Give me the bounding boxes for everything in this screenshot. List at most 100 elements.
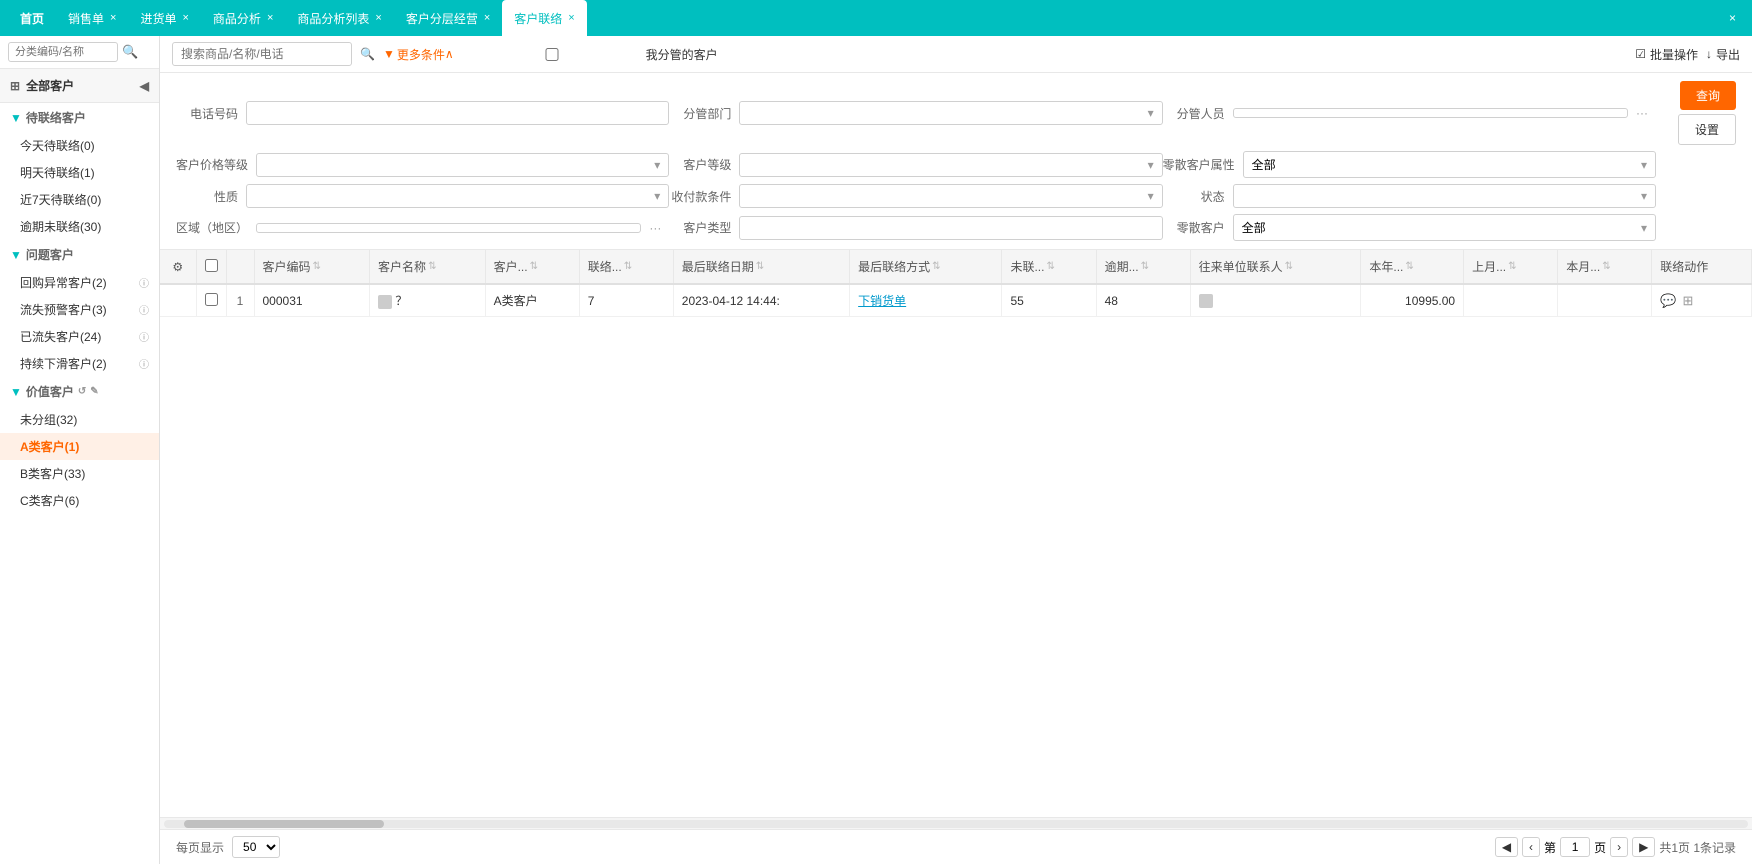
grid-action-icon[interactable]: ⊞ [1682,293,1693,309]
th-last-contact-method[interactable]: 最后联络方式 ⇅ [850,250,1002,284]
sidebar-search-input[interactable] [8,42,118,62]
th-contact[interactable]: 联络... ⇅ [579,250,673,284]
more-filter-button[interactable]: ▼ 更多条件 ∧ [383,46,454,63]
batch-op-button[interactable]: ☑ 批量操作 [1635,46,1698,63]
my-customer-checkbox[interactable] [462,48,642,61]
export-button[interactable]: ↓ 导出 [1706,46,1740,63]
th-unit-contact[interactable]: 往来单位联系人 ⇅ [1190,250,1361,284]
status-caret: ▾ [1641,189,1647,203]
region-select[interactable] [256,223,641,233]
th-setting[interactable]: ⚙ [160,250,196,284]
sidebar-item-class-c[interactable]: C类客户(6) [0,487,159,514]
sidebar-item-repurchase-abnormal[interactable]: 回购异常客户(2) ⓘ [0,269,159,296]
scrollbar-thumb[interactable] [184,820,384,828]
page-input[interactable] [1560,837,1590,857]
sidebar-item-lost-prediction[interactable]: 流失预警客户(3) ⓘ [0,296,159,323]
close-purchase-tab[interactable]: × [182,12,188,24]
filter-region: 区域（地区） ··· [176,219,669,236]
sidebar-item-week[interactable]: 近7天待联络(0) [0,186,159,213]
setting-button[interactable]: 设置 [1678,114,1736,145]
sidebar-item-today[interactable]: 今天待联络(0) [0,132,159,159]
horizontal-scrollbar[interactable] [160,817,1752,829]
person-dots[interactable]: ··· [1628,106,1656,120]
search-icon[interactable]: 🔍 [360,47,375,61]
last-page-button[interactable]: ▶ [1632,837,1655,857]
sidebar-item-unclassified[interactable]: 未分组(32) [0,406,159,433]
search-input[interactable] [172,42,352,66]
td-this-month [1558,284,1652,317]
status-select[interactable]: ▾ [1233,184,1656,208]
sort-nc-icon: ⇅ [1046,261,1054,272]
close-customer-contact-tab[interactable]: × [568,12,574,24]
close-analysis-list-tab[interactable]: × [375,12,381,24]
collapse-icon[interactable]: ◀ [140,79,149,93]
next-page-button[interactable]: › [1610,837,1628,857]
row-checkbox[interactable] [205,293,218,306]
comment-icon[interactable]: 💬 [1660,293,1676,309]
retail-attr-select[interactable]: 全部 ▾ [1243,151,1656,178]
td-last-contact-method: 下销货单 [850,284,1002,317]
sidebar-item-tomorrow[interactable]: 明天待联络(1) [0,159,159,186]
page-size-select[interactable]: 50 [232,836,280,858]
first-page-button[interactable]: ◀ [1495,837,1518,857]
close-customer-segment-tab[interactable]: × [484,12,490,24]
th-overdue[interactable]: 逾期... ⇅ [1096,250,1190,284]
refresh-icon[interactable]: ↺ [78,386,86,397]
th-category[interactable]: 客户... ⇅ [485,250,579,284]
sidebar: 🔍 ⊞ 全部客户 ◀ ▼ 待联络客户 今天待联络(0) 明天待联络(1) 近7天… [0,36,160,864]
sidebar-item-lost[interactable]: 已流失客户(24) ⓘ [0,323,159,350]
retail-select[interactable]: 全部 ▾ [1233,214,1656,241]
close-sales-tab[interactable]: × [110,12,116,24]
select-all-checkbox[interactable] [205,259,218,272]
nav-purchase[interactable]: 进货单 × [128,0,200,36]
sort-contact-icon: ⇅ [624,261,632,272]
nav-analysis-list[interactable]: 商品分析列表 × [285,0,393,36]
sidebar-item-overdue[interactable]: 逾期未联络(30) [0,213,159,240]
nav-sales[interactable]: 销售单 × [56,0,128,36]
person-select[interactable] [1233,108,1628,118]
filter-phone: 电话号码 [176,101,669,125]
sort-code-icon: ⇅ [313,261,321,272]
prev-page-button[interactable]: ‹ [1522,837,1540,857]
last-contact-method-link[interactable]: 下销货单 [858,294,906,308]
action-icons-group: 💬 ⊞ [1660,293,1743,309]
td-unit-contact [1190,284,1361,317]
table-footer: 每页显示 50 ◀ ‹ 第 页 › ▶ 共1页 1条记录 [160,829,1752,864]
sidebar-item-class-a[interactable]: A类客户(1) [0,433,159,460]
customer-type-input[interactable] [739,216,1162,240]
dept-select[interactable]: ▾ [739,101,1162,125]
price-level-select[interactable]: ▾ [256,153,669,177]
customer-level-select[interactable]: ▾ [739,153,1162,177]
adv-filter-row-3: 性质 ▾ 收付款条件 ▾ 状态 [176,184,1736,208]
th-last-contact-date[interactable]: 最后联络日期 ⇅ [673,250,849,284]
sidebar-all-customers-header[interactable]: ⊞ 全部客户 ◀ [0,69,159,103]
th-name[interactable]: 客户名称 ⇅ [370,250,486,284]
td-last-month [1464,284,1558,317]
region-dots[interactable]: ··· [641,221,669,235]
nature-select[interactable]: ▾ [246,184,669,208]
sidebar-search-icon[interactable]: 🔍 [122,44,138,60]
sidebar-group-pending: ▼ 待联络客户 [0,103,159,132]
payment-select[interactable]: ▾ [739,184,1162,208]
close-window-button[interactable]: × [1721,9,1744,27]
td-no-contact: 55 [1002,284,1096,317]
sort-category-icon: ⇅ [530,261,538,272]
query-button[interactable]: 查询 [1680,81,1736,110]
setting-icon[interactable]: ⚙ [172,260,183,274]
th-this-month[interactable]: 本月... ⇅ [1558,250,1652,284]
nature-caret: ▾ [654,189,660,203]
th-last-month[interactable]: 上月... ⇅ [1464,250,1558,284]
phone-input[interactable] [246,101,669,125]
sidebar-item-class-b[interactable]: B类客户(33) [0,460,159,487]
th-no-contact[interactable]: 未联... ⇅ [1002,250,1096,284]
nav-customer-contact[interactable]: 客户联络 × [502,0,586,36]
edit-icon[interactable]: ✎ [90,386,98,397]
sidebar-item-sustained-decline[interactable]: 持续下滑客户(2) ⓘ [0,350,159,377]
close-analysis-tab[interactable]: × [267,12,273,24]
th-this-year[interactable]: 本年... ⇅ [1361,250,1464,284]
nav-analysis[interactable]: 商品分析 × [201,0,285,36]
nav-home[interactable]: 首页 [8,0,56,36]
info-icon-3: ⓘ [139,329,149,344]
nav-customer-segment[interactable]: 客户分层经营 × [394,0,502,36]
th-code[interactable]: 客户编码 ⇅ [254,250,370,284]
